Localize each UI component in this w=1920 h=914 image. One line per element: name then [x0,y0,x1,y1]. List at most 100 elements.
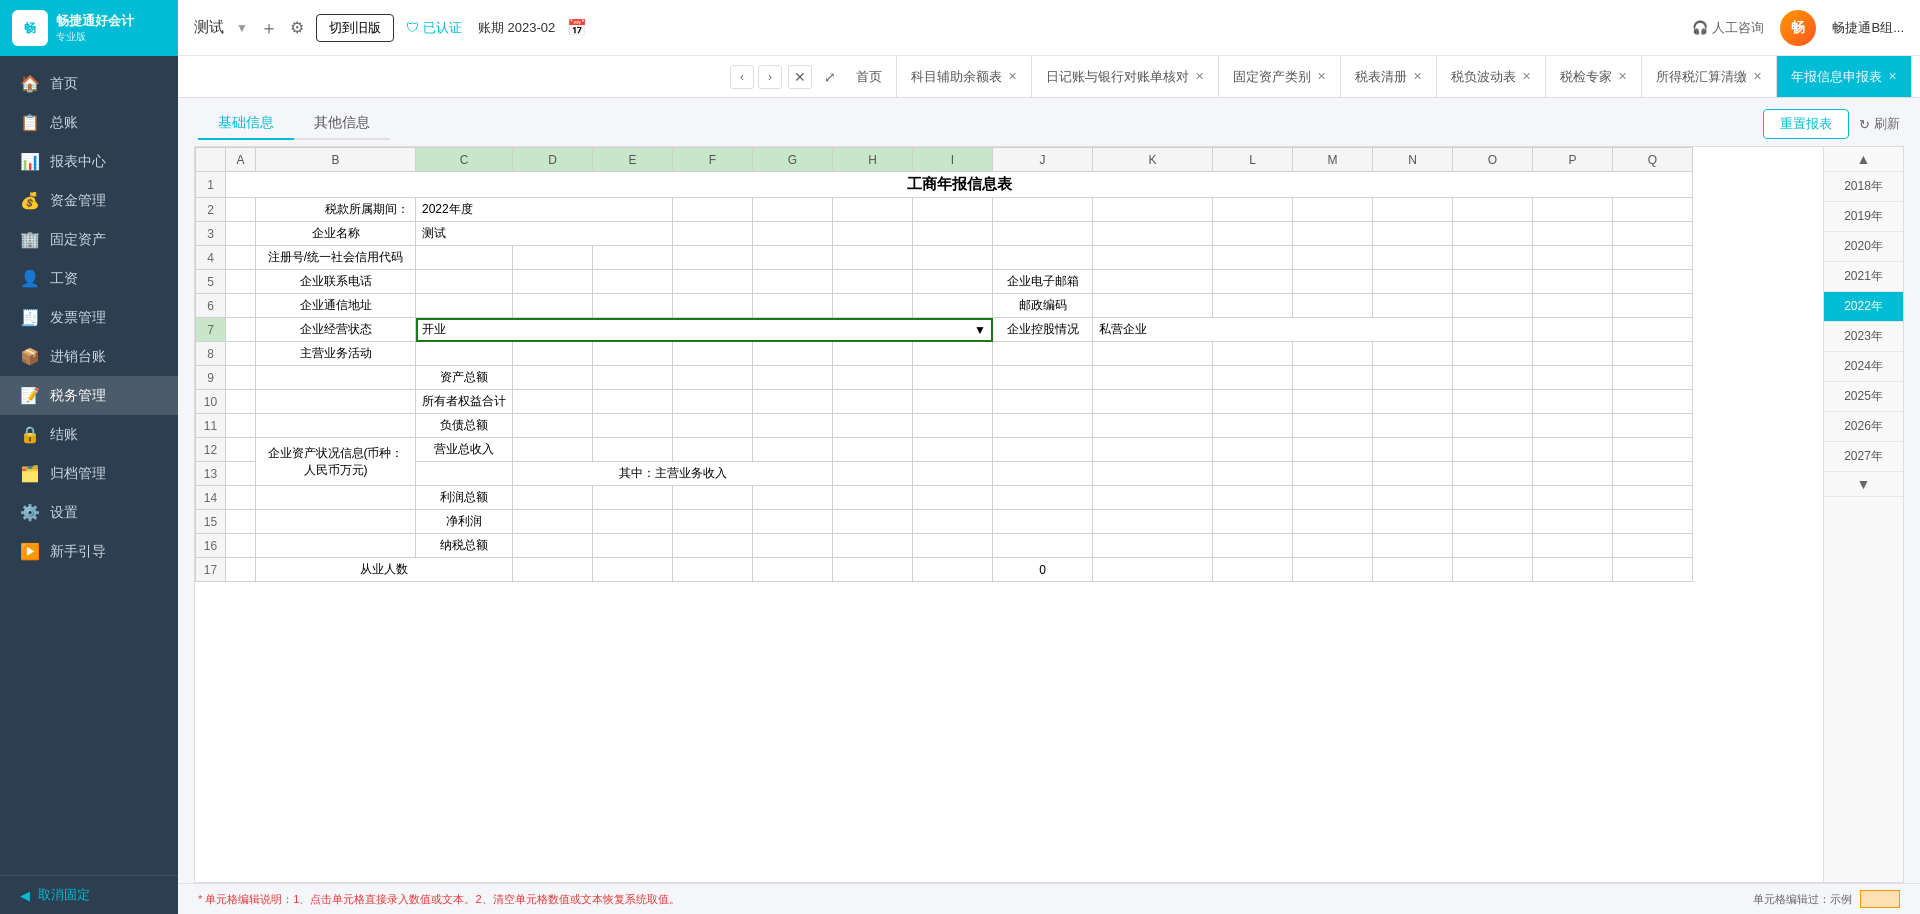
cell-B8[interactable]: 主营业务活动 [256,342,416,366]
sidebar-item-archive[interactable]: 🗂️归档管理 [0,454,178,493]
cell-r11-c3[interactable] [513,414,593,438]
cell-r10-c4[interactable] [593,390,673,414]
cell-r16-c6[interactable] [753,534,833,558]
cell-r13-c8[interactable] [913,462,993,486]
year-scroll-down[interactable]: ▼ [1824,472,1903,497]
cell-r4-c10[interactable] [1093,246,1213,270]
cell-r14-c7[interactable] [833,486,913,510]
cell-r3-c12[interactable] [1293,222,1373,246]
cell-r11-c15[interactable] [1533,414,1613,438]
cell-r9-c12[interactable] [1293,366,1373,390]
cell-r10-c11[interactable] [1213,390,1293,414]
cell-r7-c0[interactable] [226,318,256,342]
cell-r11-c1[interactable] [256,414,416,438]
cell-r8-c10[interactable] [1093,342,1213,366]
cell-r15-c10[interactable] [1093,510,1213,534]
cell-r3-c10[interactable] [1093,222,1213,246]
cell-r14-c1[interactable] [256,486,416,510]
sidebar-item-general-ledger[interactable]: 📋总账 [0,103,178,142]
cell-r12-c3[interactable] [513,438,593,462]
tab-aux-balance[interactable]: 科目辅助余额表✕ [897,56,1032,98]
sidebar-item-fixed-assets[interactable]: 🏢固定资产 [0,220,178,259]
cell-r17-c14[interactable] [1453,558,1533,582]
cell-r10-c7[interactable] [833,390,913,414]
topbar-add-icon[interactable]: ＋ [260,16,278,40]
cell-r16-c9[interactable] [993,534,1093,558]
cell-r6-c6[interactable] [753,294,833,318]
cell-r8-c12[interactable] [1293,342,1373,366]
cell-r13-c16[interactable] [1613,462,1693,486]
cell-r2-c0[interactable] [226,198,256,222]
year-item-2027年[interactable]: 2027年 [1824,442,1903,472]
business-status-dropdown[interactable]: 开业▼ [422,321,986,338]
cell-r13-c14[interactable] [1453,462,1533,486]
cell-r9-c6[interactable] [753,366,833,390]
cell-r12-c6[interactable] [753,438,833,462]
cell-r15-c5[interactable] [673,510,753,534]
cell-r12-c16[interactable] [1613,438,1693,462]
topbar-settings-icon[interactable]: ⚙ [290,18,304,37]
calendar-icon[interactable]: 📅 [567,18,587,37]
year-item-2021年[interactable]: 2021年 [1824,262,1903,292]
cell-r17-c5[interactable] [673,558,753,582]
cell-r8-c11[interactable] [1213,342,1293,366]
cell-C3[interactable]: 测试 [416,222,673,246]
cell-r12-c14[interactable] [1453,438,1533,462]
cell-C7[interactable]: 开业▼ [416,318,993,342]
cell-r2-c13[interactable] [1373,198,1453,222]
tab-close-tax-expert[interactable]: ✕ [1618,70,1627,83]
cell-r5-c5[interactable] [673,270,753,294]
cell-r9-c4[interactable] [593,366,673,390]
sub-tab-other[interactable]: 其他信息 [294,108,390,140]
cell-r17-c11[interactable] [1213,558,1293,582]
cell-r3-c6[interactable] [753,222,833,246]
cell-r5-c10[interactable] [1093,270,1213,294]
cell-r9-c15[interactable] [1533,366,1613,390]
cell-r6-c4[interactable] [593,294,673,318]
cell-r4-c4[interactable] [593,246,673,270]
cell-r2-c9[interactable] [993,198,1093,222]
cell-r10-c13[interactable] [1373,390,1453,414]
cell-r15-c11[interactable] [1213,510,1293,534]
cell-C10[interactable]: 所有者权益合计 [416,390,513,414]
cell-r11-c4[interactable] [593,414,673,438]
cell-r3-c14[interactable] [1453,222,1533,246]
cell-r8-c14[interactable] [1453,342,1533,366]
cell-r10-c8[interactable] [913,390,993,414]
switch-version-button[interactable]: 切到旧版 [316,14,394,42]
cell-r4-c11[interactable] [1213,246,1293,270]
cell-r13-c9[interactable] [993,462,1093,486]
service-button[interactable]: 🎧 人工咨询 [1692,19,1764,37]
cell-r15-c13[interactable] [1373,510,1453,534]
cell-r8-c0[interactable] [226,342,256,366]
cell-r14-c6[interactable] [753,486,833,510]
cell-r16-c8[interactable] [913,534,993,558]
cell-r11-c16[interactable] [1613,414,1693,438]
cell-r12-c10[interactable] [1093,438,1213,462]
cell-r13-c11[interactable] [1213,462,1293,486]
cell-r8-c7[interactable] [833,342,913,366]
topbar-dropdown-icon[interactable]: ▼ [236,21,248,35]
cell-r5-c8[interactable] [913,270,993,294]
tab-journal[interactable]: 日记账与银行对账单核对✕ [1032,56,1219,98]
cell-r5-c3[interactable] [513,270,593,294]
cell-B17[interactable]: 从业人数 [256,558,513,582]
cell-r15-c0[interactable] [226,510,256,534]
cell-r16-c11[interactable] [1213,534,1293,558]
cell-r5-c13[interactable] [1373,270,1453,294]
sub-tab-basic[interactable]: 基础信息 [198,108,294,140]
year-item-2022年[interactable]: 2022年 [1824,292,1903,322]
cell-r11-c6[interactable] [753,414,833,438]
sidebar-item-purchase-sale[interactable]: 📦进销台账 [0,337,178,376]
cell-r6-c10[interactable] [1093,294,1213,318]
sidebar-item-invoice-mgmt[interactable]: 🧾发票管理 [0,298,178,337]
cell-r9-c13[interactable] [1373,366,1453,390]
cell-r2-c14[interactable] [1453,198,1533,222]
tab-tax-fluctuation[interactable]: 税负波动表✕ [1437,56,1546,98]
cell-r6-c2[interactable] [416,294,513,318]
cell-r17-c6[interactable] [753,558,833,582]
cell-r3-c7[interactable] [833,222,913,246]
cell-r5-c0[interactable] [226,270,256,294]
cell-r10-c6[interactable] [753,390,833,414]
tab-annual-report[interactable]: 年报信息申报表✕ [1777,56,1912,98]
